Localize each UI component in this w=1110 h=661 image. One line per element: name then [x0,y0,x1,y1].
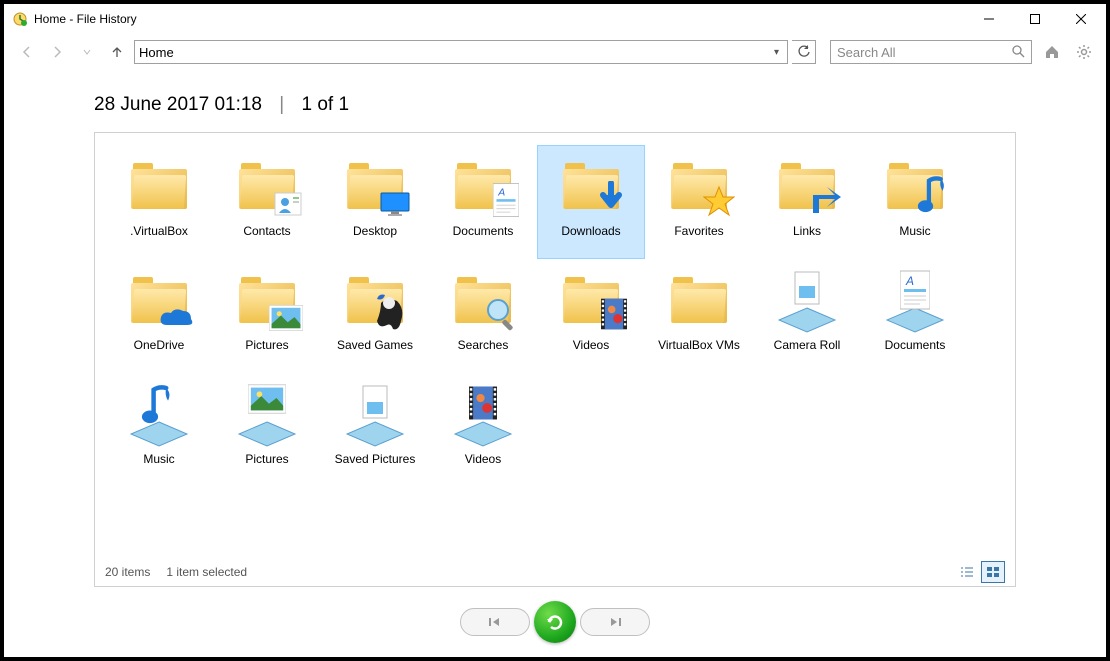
svg-text:A: A [905,274,914,288]
item-label: Documents [885,338,946,352]
header-separator: | [279,94,284,115]
item-pictures[interactable]: Pictures [213,373,321,487]
items-grid[interactable]: .VirtualBox Contacts Desktop A Documents Down… [95,145,1015,558]
item-contacts[interactable]: Contacts [213,145,321,259]
navigation-controls [4,587,1106,657]
folder-downloads-icon [557,152,625,220]
item-documents[interactable]: A Documents [429,145,537,259]
item-music[interactable]: Music [861,145,969,259]
search-icon [1011,44,1025,61]
history-dropdown[interactable] [74,39,100,65]
snapshot-pager: 1 of 1 [302,94,350,115]
folder-favorites-icon [665,152,733,220]
item-saved-games[interactable]: Saved Games [321,259,429,373]
item-count: 20 items [105,565,150,579]
up-button[interactable] [104,39,130,65]
selection-count: 1 item selected [166,565,247,579]
item-label: Videos [573,338,609,352]
library-saved-icon [341,380,409,448]
folder-icon [665,266,733,334]
snapshot-timestamp: 28 June 2017 01:18 [94,94,262,115]
settings-button[interactable] [1072,40,1096,64]
folder-music-icon [881,152,949,220]
back-button[interactable] [14,39,40,65]
item-label: Contacts [243,224,290,238]
address-dropdown-icon[interactable]: ▾ [770,47,783,58]
item-pictures[interactable]: Pictures [213,259,321,373]
folder-pictures-icon [233,266,301,334]
item-label: Downloads [561,224,620,238]
item-desktop[interactable]: Desktop [321,145,429,259]
item-label: VirtualBox VMs [658,338,740,352]
item-label: Camera Roll [774,338,841,352]
folder-icon [125,152,193,220]
window-title: Home - File History [34,12,966,26]
item-label: Videos [465,452,501,466]
item-label: Music [899,224,930,238]
folder-documents-icon: A [449,152,517,220]
item-camera-roll[interactable]: Camera Roll [753,259,861,373]
next-version-button[interactable] [580,608,650,636]
search-placeholder: Search All [837,45,1011,60]
item-label: Desktop [353,224,397,238]
forward-button[interactable] [44,39,70,65]
app-icon [12,11,28,27]
item-searches[interactable]: Searches [429,259,537,373]
folder-desktop-icon [341,152,409,220]
title-bar: Home - File History [4,4,1106,34]
item-label: OneDrive [134,338,185,352]
item-virtualbox-vms[interactable]: VirtualBox VMs [645,259,753,373]
item-label: Music [143,452,174,466]
icons-view-button[interactable] [981,561,1005,583]
item-label: .VirtualBox [130,224,188,238]
address-bar[interactable]: Home ▾ [134,40,788,64]
restore-button[interactable] [534,601,576,643]
item-documents[interactable]: A Documents [861,259,969,373]
snapshot-header: 28 June 2017 01:18 | 1 of 1 [94,94,1016,116]
item-label: Favorites [674,224,723,238]
item-saved-pictures[interactable]: Saved Pictures [321,373,429,487]
status-bar: 20 items 1 item selected [95,558,1015,586]
content-area: 28 June 2017 01:18 | 1 of 1 .VirtualBox C… [4,70,1106,587]
close-button[interactable] [1058,4,1104,34]
item-downloads[interactable]: Downloads [537,145,645,259]
item-music[interactable]: Music [105,373,213,487]
address-text: Home [139,45,770,60]
minimize-button[interactable] [966,4,1012,34]
item-label: Pictures [245,452,288,466]
item-label: Documents [453,224,514,238]
toolbar: Home ▾ Search All [4,34,1106,70]
search-input[interactable]: Search All [830,40,1032,64]
library-documents-icon: A [881,266,949,334]
item-label: Links [793,224,821,238]
item-label: Pictures [245,338,288,352]
home-button[interactable] [1040,40,1064,64]
folder-searches-icon [449,266,517,334]
item-label: Searches [458,338,509,352]
details-view-button[interactable] [955,561,979,583]
svg-text:A: A [497,188,505,199]
folder-onedrive-icon [125,266,193,334]
file-history-window: Home - File History Home ▾ Search All 28… [4,4,1106,657]
maximize-button[interactable] [1012,4,1058,34]
library-camera-icon [773,266,841,334]
library-pictures-icon [233,380,301,448]
folder-games-icon [341,266,409,334]
refresh-button[interactable] [792,40,816,64]
item-videos[interactable]: Videos [537,259,645,373]
folder-videos-icon [557,266,625,334]
item-videos[interactable]: Videos [429,373,537,487]
items-pane: .VirtualBox Contacts Desktop A Documents Down… [94,132,1016,587]
folder-links-icon [773,152,841,220]
previous-version-button[interactable] [460,608,530,636]
folder-contacts-icon [233,152,301,220]
item-links[interactable]: Links [753,145,861,259]
item-label: Saved Games [337,338,413,352]
item-onedrive[interactable]: OneDrive [105,259,213,373]
library-music-icon [125,380,193,448]
item-favorites[interactable]: Favorites [645,145,753,259]
item-label: Saved Pictures [335,452,416,466]
item--virtualbox[interactable]: .VirtualBox [105,145,213,259]
library-videos-icon [449,380,517,448]
